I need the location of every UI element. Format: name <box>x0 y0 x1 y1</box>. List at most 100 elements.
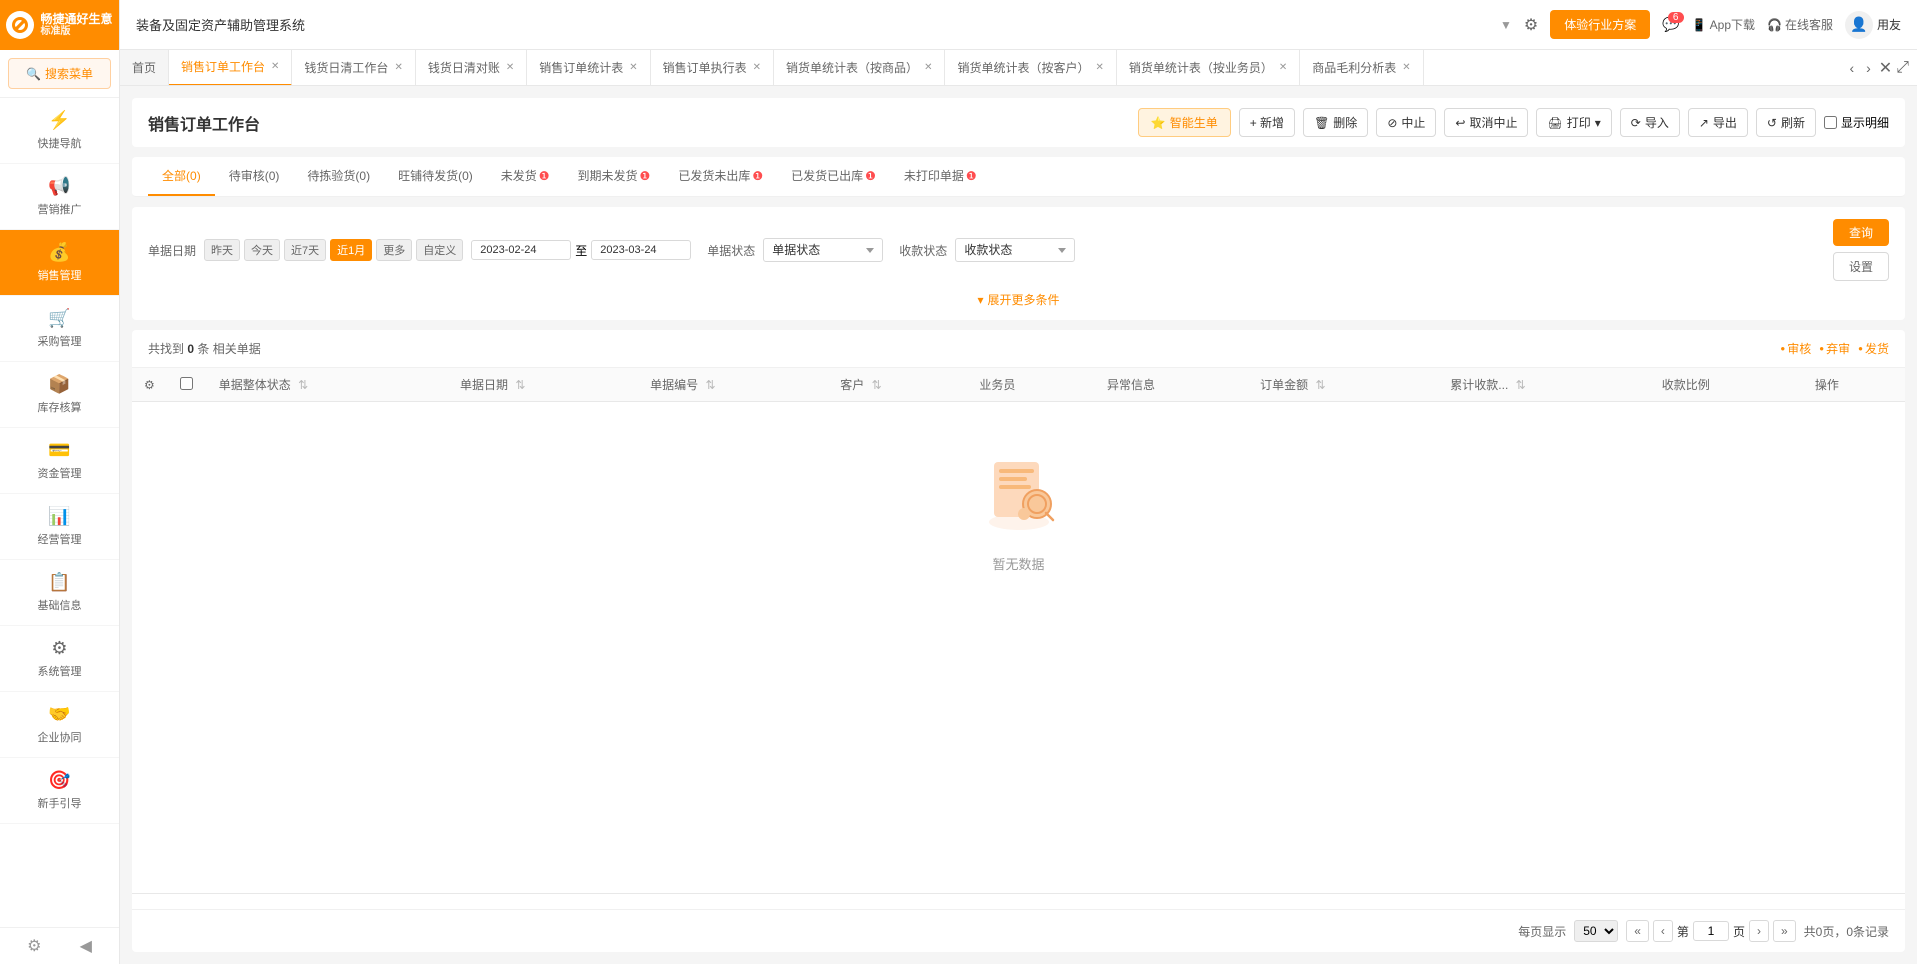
table-header-actions: 审核 弃审 发货 <box>1780 340 1889 357</box>
basic-icon: 📋 <box>48 572 70 593</box>
sidebar-item-operation[interactable]: 📊 经营管理 <box>0 494 119 560</box>
page-input[interactable] <box>1693 921 1729 941</box>
filter-tab-all[interactable]: 全部(0) <box>148 157 215 196</box>
export-button[interactable]: ↗ 导出 <box>1688 108 1748 137</box>
tab-sales-margin[interactable]: 商品毛利分析表 ✕ <box>1300 50 1423 86</box>
page-last-button[interactable]: » <box>1773 920 1796 942</box>
today-btn[interactable]: 今天 <box>244 239 280 261</box>
tab-close-icon[interactable]: ✕ <box>271 61 279 72</box>
page-size-select[interactable]: 50 <box>1574 920 1618 942</box>
tab-close-icon[interactable]: ✕ <box>629 62 637 73</box>
print-button[interactable]: 🖨 打印 ▾ <box>1536 108 1611 137</box>
custom-btn[interactable]: 自定义 <box>416 239 463 261</box>
query-button[interactable]: 查询 <box>1833 219 1889 246</box>
stop-button[interactable]: ⊘ 中止 <box>1376 108 1436 137</box>
tab-sales-stats-customer[interactable]: 销货单统计表（按客户） ✕ <box>945 50 1116 86</box>
date-to-input[interactable] <box>591 240 691 260</box>
select-all-checkbox[interactable] <box>180 377 193 390</box>
collapse-icon[interactable]: ◀ <box>80 936 92 956</box>
last7-btn[interactable]: 近7天 <box>284 239 326 261</box>
online-service-button[interactable]: 🎧 在线客服 <box>1767 16 1833 33</box>
tab-close-icon[interactable]: ✕ <box>1095 62 1103 73</box>
tab-sales-exec[interactable]: 销售订单执行表 ✕ <box>651 50 774 86</box>
sidebar-item-marketing[interactable]: 📢 营销推广 <box>0 164 119 230</box>
filter-tab-pending-review[interactable]: 待审核(0) <box>215 157 294 196</box>
sidebar-item-quick-nav[interactable]: ⚡ 快捷导航 <box>0 98 119 164</box>
date-from-input[interactable] <box>471 240 571 260</box>
yesterday-btn[interactable]: 昨天 <box>204 239 240 261</box>
tab-close-all-button[interactable]: ✕ <box>1879 58 1892 78</box>
filter-tab-wangpu[interactable]: 旺铺待发货(0) <box>384 157 487 196</box>
review-action-btn[interactable]: 审核 <box>1780 340 1811 357</box>
filter-tab-not-printed[interactable]: 未打印单据❶ <box>890 157 991 196</box>
tab-close-icon[interactable]: ✕ <box>394 62 402 73</box>
expand-conditions-button[interactable]: ▾ 展开更多条件 <box>977 291 1059 308</box>
settings-button[interactable]: 设置 <box>1833 252 1889 281</box>
sidebar-item-guide[interactable]: 🎯 新手引导 <box>0 758 119 824</box>
headset-icon: 🎧 <box>1767 18 1782 32</box>
ai-generate-button[interactable]: ⭐ 智能生单 <box>1138 108 1231 137</box>
last1month-btn[interactable]: 近1月 <box>330 239 372 261</box>
filter-tab-label: 已发货已出库❶ <box>791 169 876 183</box>
tab-sales-stats-staff[interactable]: 销货单统计表（按业务员） ✕ <box>1117 50 1300 86</box>
page-current-label: 第 <box>1677 923 1689 940</box>
sidebar-item-finance[interactable]: 💳 资金管理 <box>0 428 119 494</box>
settings-bottom-icon[interactable]: ⚙ <box>27 936 41 956</box>
delete-button[interactable]: 🗑 删除 <box>1303 108 1368 137</box>
settings-icon-btn[interactable]: ⚙ <box>1524 15 1538 35</box>
tab-sales-stats-product[interactable]: 销货单统计表（按商品） ✕ <box>774 50 945 86</box>
filter-tab-shipped-out[interactable]: 已发货已出库❶ <box>777 157 890 196</box>
app-download-button[interactable]: 📱 App下载 <box>1692 16 1755 33</box>
tab-close-icon[interactable]: ✕ <box>753 62 761 73</box>
payment-select[interactable]: 收款状态 <box>955 238 1075 262</box>
tab-cash-daily[interactable]: 钱货日清工作台 ✕ <box>292 50 415 86</box>
sidebar-item-sales[interactable]: 💰 销售管理 <box>0 230 119 296</box>
tab-expand-button[interactable]: ⤢ <box>1896 59 1909 77</box>
tab-sales-stats[interactable]: 销售订单统计表 ✕ <box>527 50 650 86</box>
status-select[interactable]: 单据状态 <box>763 238 883 262</box>
operation-icon: 📊 <box>48 506 70 527</box>
page-next-button[interactable]: › <box>1749 920 1769 942</box>
ship-action-btn[interactable]: 发货 <box>1858 340 1889 357</box>
message-button[interactable]: 💬 6 <box>1662 16 1679 33</box>
cancel-review-action-btn[interactable]: 弃审 <box>1819 340 1850 357</box>
filter-tab-not-shipped[interactable]: 未发货❶ <box>487 157 564 196</box>
import-button[interactable]: ⟳ 导入 <box>1620 108 1680 137</box>
tab-home[interactable]: 首页 <box>120 50 169 86</box>
tab-prev-button[interactable]: ‹ <box>1845 58 1858 78</box>
sidebar-item-basic[interactable]: 📋 基础信息 <box>0 560 119 626</box>
sidebar-item-enterprise[interactable]: 🤝 企业协同 <box>0 692 119 758</box>
sidebar-search-button[interactable]: 🔍 搜索菜单 <box>8 58 111 89</box>
tab-label: 销售订单执行表 <box>663 59 747 76</box>
page-first-button[interactable]: « <box>1626 920 1649 942</box>
sidebar-item-purchase[interactable]: 🛒 采购管理 <box>0 296 119 362</box>
sidebar-item-label: 库存核算 <box>38 399 82 415</box>
table-scroll-area[interactable]: ⚙ 单据整体状态 ⇅ 单据日期 ⇅ 单据编号 <box>132 368 1905 893</box>
sidebar-search-area: 🔍 搜索菜单 <box>0 50 119 98</box>
tab-close-icon[interactable]: ✕ <box>1279 62 1287 73</box>
tab-label: 销售订单工作台 <box>181 58 265 75</box>
col-settings[interactable]: ⚙ <box>132 368 167 402</box>
filter-tab-overdue[interactable]: 到期未发货❶ <box>564 157 665 196</box>
show-detail-checkbox[interactable] <box>1824 116 1837 129</box>
payment-label: 收款状态 <box>899 242 947 259</box>
tab-close-icon[interactable]: ✕ <box>506 62 514 73</box>
page-prev-button[interactable]: ‹ <box>1653 920 1673 942</box>
add-button[interactable]: + 新增 <box>1239 108 1295 137</box>
sidebar-item-inventory[interactable]: 📦 库存核算 <box>0 362 119 428</box>
tab-next-button[interactable]: › <box>1862 58 1875 78</box>
user-menu[interactable]: 👤 用友 <box>1845 11 1901 39</box>
horizontal-scrollbar[interactable] <box>132 893 1905 909</box>
tab-cash-reconcile[interactable]: 钱货日清对账 ✕ <box>416 50 527 86</box>
filter-tab-shipped-not-out[interactable]: 已发货未出库❶ <box>664 157 777 196</box>
tab-close-icon[interactable]: ✕ <box>924 62 932 73</box>
refresh-button[interactable]: ↺ 刷新 <box>1756 108 1816 137</box>
cancel-stop-button[interactable]: ↩ 取消中止 <box>1444 108 1528 137</box>
col-customer: 客户 ⇅ <box>828 368 967 402</box>
more-btn[interactable]: 更多 <box>376 239 412 261</box>
sidebar-item-system[interactable]: ⚙ 系统管理 <box>0 626 119 692</box>
filter-tab-pending-check[interactable]: 待拣验货(0) <box>293 157 384 196</box>
tab-close-icon[interactable]: ✕ <box>1402 62 1410 73</box>
solution-button[interactable]: 体验行业方案 <box>1550 10 1650 39</box>
tab-sales-workbench[interactable]: 销售订单工作台 ✕ <box>169 50 292 86</box>
